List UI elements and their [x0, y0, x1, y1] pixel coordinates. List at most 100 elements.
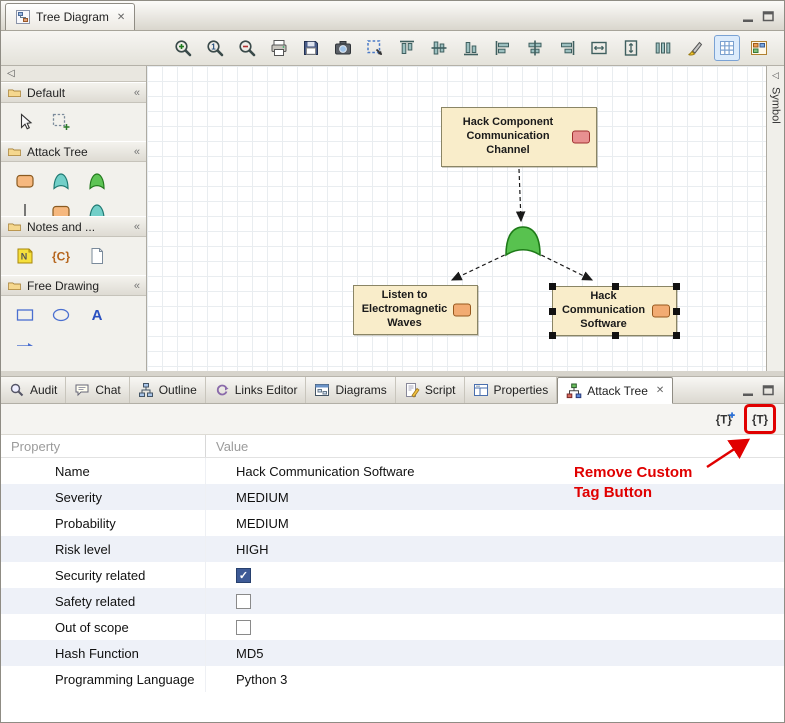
- property-value[interactable]: HIGH: [236, 542, 269, 557]
- selection-handle[interactable]: [612, 283, 619, 290]
- basic-event-tool[interactable]: [49, 200, 73, 216]
- or-gate-tool[interactable]: [85, 200, 109, 216]
- match-height-button[interactable]: [618, 35, 644, 61]
- table-row[interactable]: ProbabilityMEDIUM: [1, 510, 784, 536]
- property-value[interactable]: MD5: [236, 646, 263, 661]
- node-hack-component-communication-channel[interactable]: Hack Component Communication Channel: [441, 107, 597, 167]
- tab-chat[interactable]: Chat: [66, 377, 129, 403]
- add-tag-button[interactable]: {T}: [713, 407, 739, 431]
- maximize-icon[interactable]: [760, 8, 776, 24]
- close-icon[interactable]: ✕: [656, 385, 664, 396]
- basic-event-tool[interactable]: [13, 169, 37, 193]
- export-selection-button[interactable]: [362, 35, 388, 61]
- match-width-button[interactable]: [586, 35, 612, 61]
- note-tool[interactable]: N: [13, 244, 37, 268]
- property-value[interactable]: MEDIUM: [236, 490, 289, 505]
- tab-outline[interactable]: Outline: [130, 377, 206, 403]
- or-gate-tool[interactable]: [49, 169, 73, 193]
- align-bottom-button[interactable]: [458, 35, 484, 61]
- tab-tree-diagram[interactable]: Tree Diagram ✕: [5, 3, 135, 30]
- selection-handle[interactable]: [673, 308, 680, 315]
- collapse-arrow-icon[interactable]: ◁: [772, 70, 779, 81]
- tab-script[interactable]: Script: [396, 377, 465, 403]
- table-row[interactable]: Safety related: [1, 588, 784, 614]
- selection-handle[interactable]: [673, 332, 680, 339]
- minimize-icon[interactable]: [740, 8, 756, 24]
- diagram-canvas[interactable]: Hack Component Communication Channel Lis…: [147, 66, 766, 371]
- format-brush-button[interactable]: [682, 35, 708, 61]
- node-listen-to-electromagnetic-waves[interactable]: Listen to Electromagnetic Waves: [353, 285, 478, 335]
- distribute-button[interactable]: [650, 35, 676, 61]
- column-header-value[interactable]: Value: [206, 439, 248, 454]
- align-top-button[interactable]: [394, 35, 420, 61]
- align-middle-button[interactable]: [426, 35, 452, 61]
- print-button[interactable]: [266, 35, 292, 61]
- palette-collapse-button[interactable]: ◁: [7, 68, 15, 79]
- column-header-property[interactable]: Property: [1, 435, 206, 457]
- save-button[interactable]: [298, 35, 324, 61]
- tab-diagrams[interactable]: Diagrams: [306, 377, 395, 403]
- palette-section-attack-tree[interactable]: Attack Tree«: [1, 141, 146, 162]
- ellipse-tool[interactable]: [49, 303, 73, 327]
- selection-handle[interactable]: [673, 283, 680, 290]
- arrow-line-tool[interactable]: [13, 334, 37, 346]
- checkbox[interactable]: [236, 620, 251, 635]
- align-right-button[interactable]: [554, 35, 580, 61]
- selection-handle[interactable]: [612, 332, 619, 339]
- property-name: Risk level: [1, 536, 206, 562]
- rectangle-tool[interactable]: [13, 303, 37, 327]
- panel-window-controls: [740, 377, 784, 403]
- pin-palette-icon[interactable]: «: [134, 221, 140, 233]
- tab-attack-tree[interactable]: Attack Tree✕: [557, 377, 673, 404]
- annotation-line: Remove Custom: [574, 463, 692, 483]
- and-gate-tool[interactable]: [85, 169, 109, 193]
- remove-tag-button[interactable]: {T}: [747, 407, 773, 431]
- cursor-tool[interactable]: [13, 110, 37, 134]
- table-row[interactable]: Risk level HIGH: [1, 536, 784, 562]
- screenshot-button[interactable]: [330, 35, 356, 61]
- table-row[interactable]: Out of scope: [1, 614, 784, 640]
- table-row[interactable]: Security related✓: [1, 562, 784, 588]
- zoom-in-button[interactable]: [170, 35, 196, 61]
- property-value[interactable]: Hack Communication Software: [236, 464, 414, 479]
- minimize-icon[interactable]: [740, 382, 756, 398]
- symbol-editor-button[interactable]: [746, 35, 772, 61]
- selection-handle[interactable]: [549, 332, 556, 339]
- checkbox[interactable]: [236, 594, 251, 609]
- table-row[interactable]: Programming LanguagePython 3: [1, 666, 784, 692]
- align-center-button[interactable]: [522, 35, 548, 61]
- tab-audit[interactable]: Audit: [1, 377, 66, 403]
- selection-handle[interactable]: [549, 308, 556, 315]
- connector-tool[interactable]: [13, 200, 37, 216]
- close-icon[interactable]: ✕: [117, 12, 125, 23]
- document-tool[interactable]: [85, 244, 109, 268]
- and-gate-shape[interactable]: [503, 224, 543, 263]
- palette-section-default[interactable]: Default«: [1, 82, 146, 103]
- node-hack-communication-software[interactable]: Hack Communication Software: [552, 286, 677, 336]
- property-value[interactable]: MEDIUM: [236, 516, 289, 531]
- align-left-button[interactable]: [490, 35, 516, 61]
- grid-button[interactable]: [714, 35, 740, 61]
- text-tool[interactable]: A: [85, 303, 109, 327]
- or-gate-icon: [51, 171, 71, 191]
- zoom-actual-button[interactable]: 1: [202, 35, 228, 61]
- zoom-out-button[interactable]: [234, 35, 260, 61]
- selection-handle[interactable]: [549, 283, 556, 290]
- property-value[interactable]: Python 3: [236, 672, 287, 687]
- save-icon: [301, 38, 321, 58]
- palette-section-notes-and[interactable]: Notes and ...«: [1, 216, 146, 237]
- marquee-tool[interactable]: [49, 110, 73, 134]
- table-row[interactable]: Hash FunctionMD5: [1, 640, 784, 666]
- pin-palette-icon[interactable]: «: [134, 146, 140, 158]
- pin-palette-icon[interactable]: «: [134, 280, 140, 292]
- pin-palette-icon[interactable]: «: [134, 87, 140, 99]
- tab-links-editor[interactable]: Links Editor: [206, 377, 307, 403]
- maximize-icon[interactable]: [760, 382, 776, 398]
- constraint-tool[interactable]: {C}: [49, 244, 73, 268]
- remove-tag-icon: {T}: [749, 408, 771, 430]
- palette-section-free-drawing[interactable]: Free Drawing«: [1, 275, 146, 296]
- symbol-strip-label: Symbol: [770, 87, 782, 124]
- symbol-panel-strip[interactable]: ◁ Symbol: [766, 66, 784, 371]
- checkbox[interactable]: ✓: [236, 568, 251, 583]
- tab-properties[interactable]: Properties: [465, 377, 558, 403]
